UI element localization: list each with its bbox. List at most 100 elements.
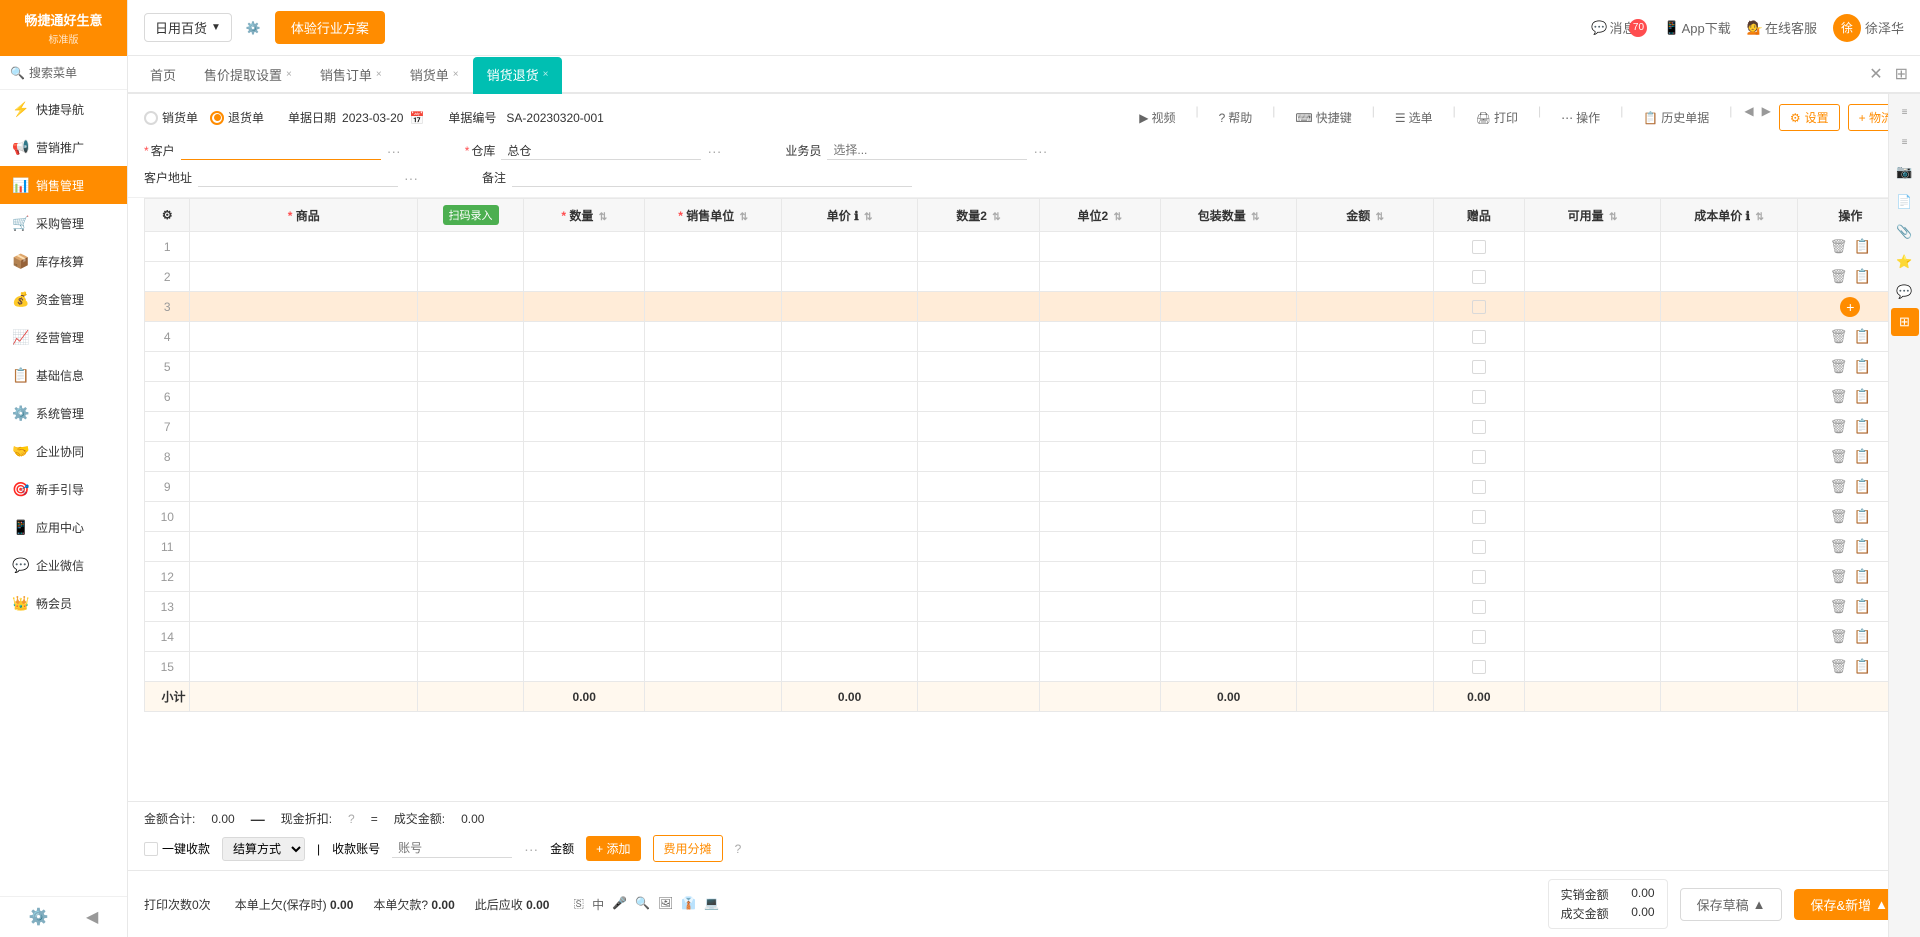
- sidebar-search[interactable]: 🔍 搜索菜单: [0, 56, 127, 90]
- unit2-cell-8[interactable]: [1039, 442, 1160, 472]
- footer-debt-help[interactable]: ?: [421, 898, 428, 912]
- tab-price-settings[interactable]: 售价提取设置 ×: [190, 57, 306, 94]
- unit2-cell-6[interactable]: [1039, 382, 1160, 412]
- gift-cell-8[interactable]: [1433, 442, 1524, 472]
- unit2-cell-15[interactable]: [1039, 652, 1160, 682]
- unit-cell-2[interactable]: [645, 262, 781, 292]
- qty2-cell-2[interactable]: [918, 262, 1039, 292]
- cost-cell-4[interactable]: [1661, 322, 1797, 352]
- sidebar-item-appstore[interactable]: 📱 应用中心: [0, 508, 127, 546]
- cost-cell-5[interactable]: [1661, 352, 1797, 382]
- price-cell-5[interactable]: [781, 352, 917, 382]
- gift-cell-7[interactable]: [1433, 412, 1524, 442]
- avail-cell-15[interactable]: [1524, 652, 1660, 682]
- avail-cell-2[interactable]: [1524, 262, 1660, 292]
- unit-cell-15[interactable]: [645, 652, 781, 682]
- gift-cell-9[interactable]: [1433, 472, 1524, 502]
- copy-icon-1[interactable]: 📋: [1854, 238, 1871, 255]
- salesperson-input[interactable]: [827, 141, 1027, 160]
- radio-sales[interactable]: 销货单: [144, 109, 198, 126]
- delete-icon-11[interactable]: 🗑: [1830, 538, 1848, 555]
- qty-cell-14[interactable]: [524, 622, 645, 652]
- cost-cell-11[interactable]: [1661, 532, 1797, 562]
- cost-cell-14[interactable]: [1661, 622, 1797, 652]
- select-btn[interactable]: ☰ 选单: [1387, 104, 1441, 131]
- delete-icon-15[interactable]: 🗑: [1830, 658, 1848, 675]
- delete-icon-6[interactable]: 🗑: [1830, 388, 1848, 405]
- gift-cell-13[interactable]: [1433, 592, 1524, 622]
- video-btn[interactable]: ▶ 视频: [1131, 104, 1183, 131]
- gift-checkbox-6[interactable]: [1472, 390, 1486, 404]
- qty-cell-11[interactable]: [524, 532, 645, 562]
- avail-cell-4[interactable]: [1524, 322, 1660, 352]
- price-cell-10[interactable]: [781, 502, 917, 532]
- add-row-btn-3[interactable]: +: [1840, 297, 1860, 317]
- qty2-cell-9[interactable]: [918, 472, 1039, 502]
- delete-icon-12[interactable]: 🗑: [1830, 568, 1848, 585]
- price-cell-14[interactable]: [781, 622, 917, 652]
- copy-icon-7[interactable]: 📋: [1854, 418, 1871, 435]
- amount-cell-11[interactable]: [1297, 532, 1433, 562]
- float-btn-4[interactable]: 📄: [1891, 188, 1919, 216]
- price-cell-1[interactable]: [781, 232, 917, 262]
- unit-cell-3[interactable]: [645, 292, 781, 322]
- prev-record-icon[interactable]: ◀: [1744, 104, 1753, 131]
- avail-cell-14[interactable]: [1524, 622, 1660, 652]
- float-btn-6[interactable]: ⭐: [1891, 248, 1919, 276]
- save-draft-btn[interactable]: 保存草稿 ▲: [1680, 888, 1783, 921]
- amount-cell-2[interactable]: [1297, 262, 1433, 292]
- radio-return[interactable]: 退货单: [210, 109, 264, 126]
- gift-checkbox-5[interactable]: [1472, 360, 1486, 374]
- gift-cell-12[interactable]: [1433, 562, 1524, 592]
- sidebar-item-member[interactable]: 👑 畅会员: [0, 584, 127, 622]
- tab-sales[interactable]: 销货单 ×: [396, 57, 473, 94]
- price-cell-13[interactable]: [781, 592, 917, 622]
- pkg-cell-9[interactable]: [1160, 472, 1296, 502]
- price-cell-3[interactable]: [781, 292, 917, 322]
- gift-cell-10[interactable]: [1433, 502, 1524, 532]
- unit-cell-5[interactable]: [645, 352, 781, 382]
- cost-cell-3[interactable]: [1661, 292, 1797, 322]
- qty-cell-3[interactable]: [524, 292, 645, 322]
- pkg-cell-7[interactable]: [1160, 412, 1296, 442]
- shortcut-btn[interactable]: ⌨ 快捷键: [1287, 104, 1359, 131]
- account-input[interactable]: [392, 839, 512, 858]
- amount-cell-5[interactable]: [1297, 352, 1433, 382]
- product-input-3[interactable]: [194, 300, 412, 314]
- product-cell-11[interactable]: [190, 532, 417, 562]
- sidebar-item-operations[interactable]: 📈 经营管理: [0, 318, 127, 356]
- unit2-cell-13[interactable]: [1039, 592, 1160, 622]
- amount-cell-15[interactable]: [1297, 652, 1433, 682]
- cash-discount-help-icon[interactable]: ?: [348, 812, 355, 826]
- unit-cell-9[interactable]: [645, 472, 781, 502]
- gift-cell-14[interactable]: [1433, 622, 1524, 652]
- gift-cell-5[interactable]: [1433, 352, 1524, 382]
- float-btn-7[interactable]: 💬: [1891, 278, 1919, 306]
- avail-cell-12[interactable]: [1524, 562, 1660, 592]
- amount-cell-14[interactable]: [1297, 622, 1433, 652]
- float-btn-8[interactable]: ⊞: [1891, 308, 1919, 336]
- qty-cell-4[interactable]: [524, 322, 645, 352]
- product-cell-13[interactable]: [190, 592, 417, 622]
- gift-checkbox-1[interactable]: [1472, 240, 1486, 254]
- gift-checkbox-3[interactable]: [1472, 300, 1486, 314]
- gift-checkbox-9[interactable]: [1472, 480, 1486, 494]
- amount-cell-4[interactable]: [1297, 322, 1433, 352]
- qty-cell-10[interactable]: [524, 502, 645, 532]
- add-payment-btn[interactable]: + 添加: [586, 836, 640, 861]
- price-cell-11[interactable]: [781, 532, 917, 562]
- price-cell-7[interactable]: [781, 412, 917, 442]
- product-cell-7[interactable]: [190, 412, 417, 442]
- price-cell-12[interactable]: [781, 562, 917, 592]
- qty2-cell-11[interactable]: [918, 532, 1039, 562]
- pkg-cell-10[interactable]: [1160, 502, 1296, 532]
- float-btn-1[interactable]: ≡: [1891, 98, 1919, 126]
- cost-cell-9[interactable]: [1661, 472, 1797, 502]
- pkg-cell-5[interactable]: [1160, 352, 1296, 382]
- delete-icon-7[interactable]: 🗑: [1830, 418, 1848, 435]
- avail-cell-9[interactable]: [1524, 472, 1660, 502]
- copy-icon-8[interactable]: 📋: [1854, 448, 1871, 465]
- unit2-cell-7[interactable]: [1039, 412, 1160, 442]
- tab-price-settings-close[interactable]: ×: [286, 69, 292, 80]
- unit2-cell-10[interactable]: [1039, 502, 1160, 532]
